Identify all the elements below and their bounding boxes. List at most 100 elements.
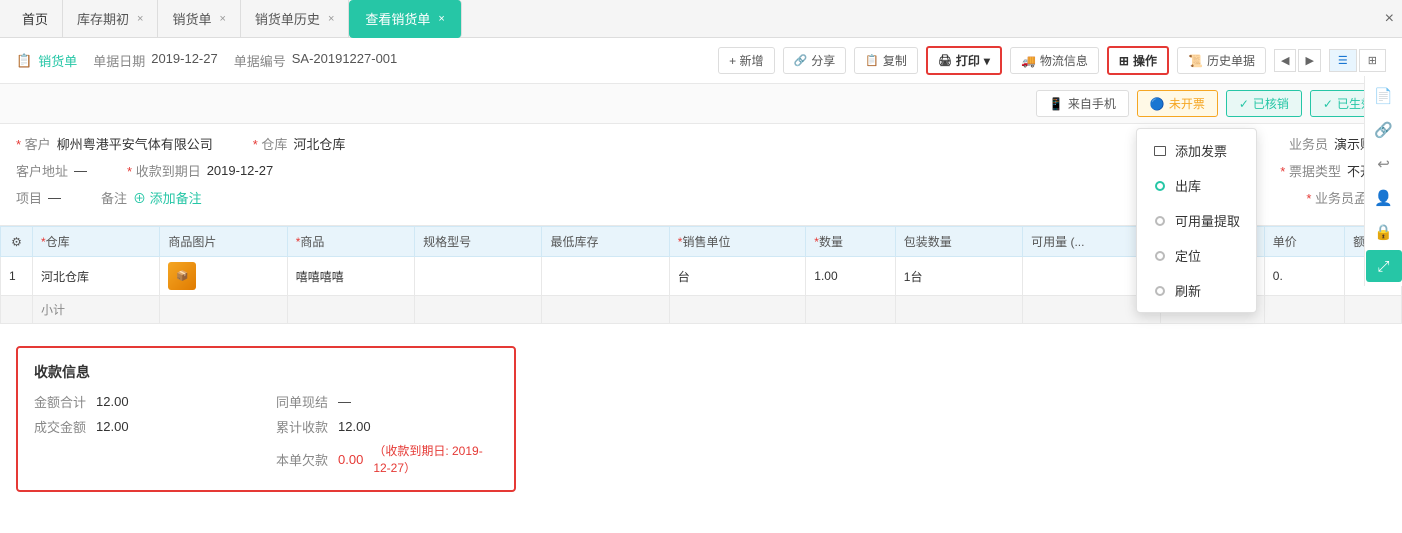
new-button[interactable]: + 新增 [718, 47, 774, 74]
sidebar-user-icon[interactable]: 👤 [1366, 182, 1402, 214]
tab-sales-order[interactable]: 销货单 × [158, 0, 240, 38]
nav-arrows: ◀ ▶ [1274, 49, 1321, 72]
row-min-stock [542, 257, 669, 296]
total-amount-row: 金额合计 12.00 [34, 392, 256, 411]
tab-sales-history[interactable]: 销货单历史 × [241, 0, 349, 38]
warehouse-label: 仓库 [253, 134, 288, 153]
product-image: 📦 [168, 262, 196, 290]
total-amount-value: 12.00 [96, 394, 129, 409]
from-phone-button[interactable]: 📱 来自手机 [1036, 90, 1129, 117]
current-balance-value: 0.00 [338, 452, 363, 467]
number-value: SA-20191227-001 [292, 51, 398, 70]
col-quantity: *数量 [806, 227, 895, 257]
prev-button[interactable]: ◀ [1274, 49, 1296, 72]
add-invoice-icon [1153, 144, 1167, 158]
operation-dropdown: 添加发票 出库 可用量提取 定位 刷新 [1136, 128, 1257, 313]
written-off-button[interactable]: ✓ 已核销 [1226, 90, 1302, 117]
list-view-button[interactable]: ☰ [1329, 49, 1357, 72]
col-settings: ⚙ [1, 227, 33, 257]
transaction-amount-value: 12.00 [96, 419, 129, 434]
row-image: 📦 [160, 257, 287, 296]
check-icon: ✓ [1239, 97, 1249, 111]
col-package-qty: 包装数量 [895, 227, 1022, 257]
history-button[interactable]: 📜 历史单据 [1177, 47, 1266, 74]
address-value: — [74, 163, 87, 178]
row-sales-unit: 台 [669, 257, 806, 296]
sidebar-expand-icon[interactable]: ⤢ [1366, 250, 1402, 282]
copy-icon: 📋 [865, 54, 879, 67]
row-quantity: 1.00 [806, 257, 895, 296]
sidebar-return-icon[interactable]: ↩ [1366, 148, 1402, 180]
close-icon[interactable]: × [328, 13, 334, 25]
doc-meta: 单据日期 2019-12-27 单据编号 SA-20191227-001 [93, 51, 397, 70]
col-sales-unit: *销售单位 [669, 227, 806, 257]
sidebar-doc-icon[interactable]: 📄 [1366, 80, 1402, 112]
logistics-icon: 🚚 [1021, 54, 1036, 68]
cumulative-receipt-row: 累计收款 12.00 [276, 417, 498, 436]
outbound-item[interactable]: 出库 [1137, 168, 1256, 203]
same-order-settle-row: 同单现结 — [276, 392, 498, 411]
warehouse-field: 仓库 河北仓库 [253, 134, 346, 153]
salesperson-label: 业务员 [1289, 134, 1328, 153]
col-min-stock: 最低库存 [542, 227, 669, 257]
tab-inventory-init[interactable]: 库存期初 × [63, 0, 158, 38]
right-sidebar: 📄 🔗 ↩ 👤 🔒 ⤢ [1364, 76, 1402, 286]
close-icon[interactable]: × [137, 13, 143, 25]
add-note-button[interactable]: ⊕ 添加备注 [133, 188, 202, 207]
copy-button[interactable]: 📋 复制 [854, 47, 918, 74]
payment-title: 收款信息 [34, 362, 498, 382]
payment-date-value: 2019-12-27 [207, 163, 274, 178]
refresh-item[interactable]: 刷新 [1137, 273, 1256, 308]
dropdown-arrow-icon: ▾ [984, 54, 990, 68]
grid-view-button[interactable]: ⊞ [1359, 49, 1386, 72]
cumulative-receipt-label: 累计收款 [276, 417, 328, 436]
ticket-icon: 🔵 [1150, 97, 1165, 111]
doc-header: 📋 销货单 单据日期 2019-12-27 单据编号 SA-20191227-0… [0, 38, 1402, 84]
tab-view-sales[interactable]: 查看销货单 × [349, 0, 461, 38]
payment-grid: 金额合计 12.00 同单现结 — 成交金额 12.00 累计收款 12.00 … [34, 392, 498, 476]
transaction-amount-label: 成交金额 [34, 417, 86, 436]
address-label: 客户地址 [16, 161, 68, 180]
customer-label: 客户 [16, 134, 51, 153]
address-field: 客户地址 — [16, 161, 87, 180]
history-icon: 📜 [1188, 54, 1203, 68]
close-icon[interactable]: × [438, 13, 444, 25]
customer-field: 客户 柳州粤港平安气体有限公司 [16, 134, 213, 153]
col-warehouse: *仓库 [33, 227, 160, 257]
locate-item[interactable]: 定位 [1137, 238, 1256, 273]
row-package-qty: 1台 [895, 257, 1022, 296]
doc-date-field: 单据日期 2019-12-27 [93, 51, 218, 70]
next-button[interactable]: ▶ [1298, 49, 1320, 72]
logistics-button[interactable]: 🚚 物流信息 [1010, 47, 1099, 74]
project-value: — [48, 190, 61, 205]
due-date-note: （收款到期日: 2019-12-27） [373, 442, 498, 476]
date-label: 单据日期 [93, 51, 145, 70]
payment-date-field: 收款到期日 2019-12-27 [127, 161, 273, 180]
customer-value: 柳州粤港平安气体有限公司 [57, 134, 213, 153]
doc-number-field: 单据编号 SA-20191227-001 [234, 51, 398, 70]
operation-button[interactable]: ⊞ 操作 [1107, 46, 1169, 75]
add-invoice-item[interactable]: 添加发票 [1137, 133, 1256, 168]
note-field: 备注 ⊕ 添加备注 [101, 188, 202, 207]
tab-bar: 首页 库存期初 × 销货单 × 销货单历史 × 查看销货单 × × [0, 0, 1402, 38]
share-button[interactable]: 🔗 分享 [783, 47, 847, 74]
date-value: 2019-12-27 [151, 51, 218, 70]
project-field: 项目 — [16, 188, 61, 207]
not-open-button[interactable]: 🔵 未开票 [1137, 90, 1218, 117]
number-label: 单据编号 [234, 51, 286, 70]
sidebar-lock-icon[interactable]: 🔒 [1366, 216, 1402, 248]
available-qty-item[interactable]: 可用量提取 [1137, 203, 1256, 238]
doc-title-text: 销货单 [38, 51, 77, 70]
close-icon[interactable]: × [219, 13, 225, 25]
sidebar-link-icon[interactable]: 🔗 [1366, 114, 1402, 146]
current-balance-row: 本单欠款 0.00 （收款到期日: 2019-12-27） [276, 442, 498, 476]
ticket-type-label: 票据类型 [1280, 161, 1341, 180]
print-button[interactable]: 🖨 打印 ▾ [926, 46, 1002, 75]
tab-home[interactable]: 首页 [8, 0, 63, 38]
col-image: 商品图片 [160, 227, 287, 257]
note-label: 备注 [101, 188, 127, 207]
row-spec [415, 257, 542, 296]
effective-icon: ✓ [1323, 97, 1333, 111]
warehouse-value: 河北仓库 [293, 134, 345, 153]
close-all-button[interactable]: × [1385, 10, 1394, 28]
